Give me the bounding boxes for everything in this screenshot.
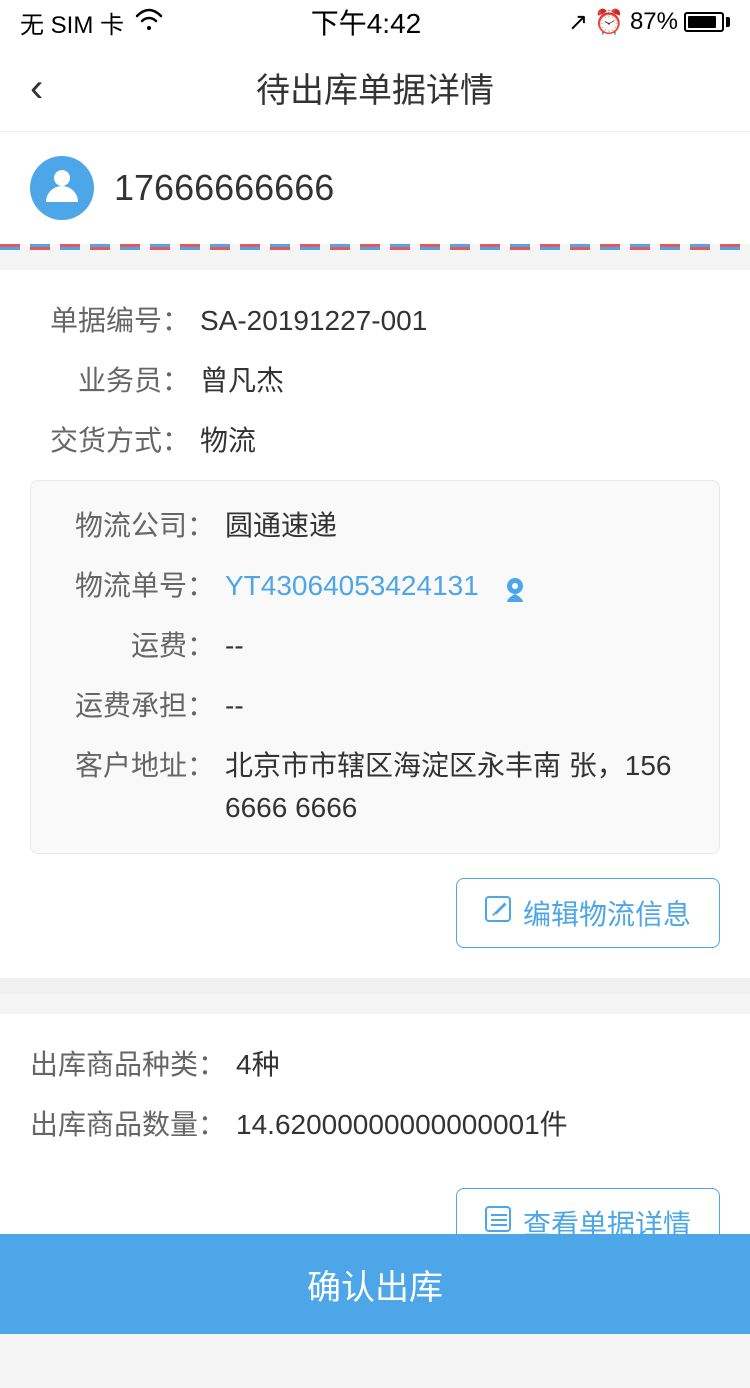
freight-label: 运费： xyxy=(55,625,215,667)
nav-bar: ‹ 待出库单据详情 xyxy=(0,44,750,132)
quantity-row: 出库商品数量： 14.62000000000000001件 xyxy=(30,1104,720,1146)
address-value: 北京市市辖区海淀区永丰南 张，156 6666 6666 xyxy=(225,745,695,829)
dashed-divider xyxy=(0,244,750,250)
freight-bear-value: -- xyxy=(225,685,695,727)
edit-logistics-label: 编辑物流信息 xyxy=(523,893,691,933)
edit-logistics-button[interactable]: 编辑物流信息 xyxy=(456,878,720,948)
person-icon xyxy=(42,164,82,213)
page-title: 待出库单据详情 xyxy=(256,63,494,112)
document-number-label: 单据编号： xyxy=(30,300,190,342)
types-value: 4种 xyxy=(236,1044,720,1086)
quantity-value: 14.62000000000000001件 xyxy=(236,1104,720,1146)
tracking-value: YT43064053424131 xyxy=(225,565,695,607)
delivery-row: 交货方式： 物流 xyxy=(30,420,720,462)
logistics-company-row: 物流公司： 圆通速递 xyxy=(55,505,695,547)
freight-bear-row: 运费承担： -- xyxy=(55,685,695,727)
tracking-row: 物流单号： YT43064053424131 xyxy=(55,565,695,607)
document-number-value: SA-20191227-001 xyxy=(200,300,720,342)
address-row: 客户地址： 北京市市辖区海淀区永丰南 张，156 6666 6666 xyxy=(55,745,695,829)
carrier-label: 无 SIM 卡 xyxy=(20,5,124,40)
customer-header: 17666666666 xyxy=(0,132,750,244)
logistics-company-label: 物流公司： xyxy=(55,505,215,547)
quantity-label: 出库商品数量： xyxy=(30,1104,226,1146)
avatar xyxy=(30,156,94,220)
document-number-row: 单据编号： SA-20191227-001 xyxy=(30,300,720,342)
customer-phone: 17666666666 xyxy=(114,167,334,209)
time-display: 下午4:42 xyxy=(311,2,422,42)
logistics-card: 物流公司： 圆通速递 物流单号： YT43064053424131 运费： -- xyxy=(30,480,720,854)
confirm-button-label: 确认出库 xyxy=(307,1260,443,1309)
document-section: 单据编号： SA-20191227-001 业务员： 曾凡杰 交货方式： 物流 … xyxy=(0,270,750,978)
tracking-label: 物流单号： xyxy=(55,565,215,607)
location-arrow-icon: ↗ xyxy=(568,8,588,37)
confirm-outbound-button[interactable]: 确认出库 xyxy=(0,1234,750,1334)
freight-value: -- xyxy=(225,625,695,667)
battery-icon xyxy=(684,12,730,32)
salesperson-label: 业务员： xyxy=(30,360,190,402)
wifi-icon xyxy=(134,8,164,37)
types-label: 出库商品种类： xyxy=(30,1044,226,1086)
delivery-label: 交货方式： xyxy=(30,420,190,462)
alarm-icon: ⏰ xyxy=(594,8,624,37)
battery-percent: 87% xyxy=(630,8,678,36)
edit-icon xyxy=(485,896,513,931)
section-divider xyxy=(0,978,750,994)
freight-row: 运费： -- xyxy=(55,625,695,667)
salesperson-row: 业务员： 曾凡杰 xyxy=(30,360,720,402)
status-right: ↗ ⏰ 87% xyxy=(568,8,730,37)
freight-bear-label: 运费承担： xyxy=(55,685,215,727)
address-label: 客户地址： xyxy=(55,745,215,787)
status-bar: 无 SIM 卡 下午4:42 ↗ ⏰ 87% xyxy=(0,0,750,44)
types-row: 出库商品种类： 4种 xyxy=(30,1044,720,1086)
logistics-company-value: 圆通速递 xyxy=(225,505,695,547)
status-left: 无 SIM 卡 xyxy=(20,5,164,40)
salesperson-value: 曾凡杰 xyxy=(200,360,720,402)
back-button[interactable]: ‹ xyxy=(30,68,43,108)
location-icon[interactable] xyxy=(497,570,533,606)
delivery-value: 物流 xyxy=(200,420,720,462)
